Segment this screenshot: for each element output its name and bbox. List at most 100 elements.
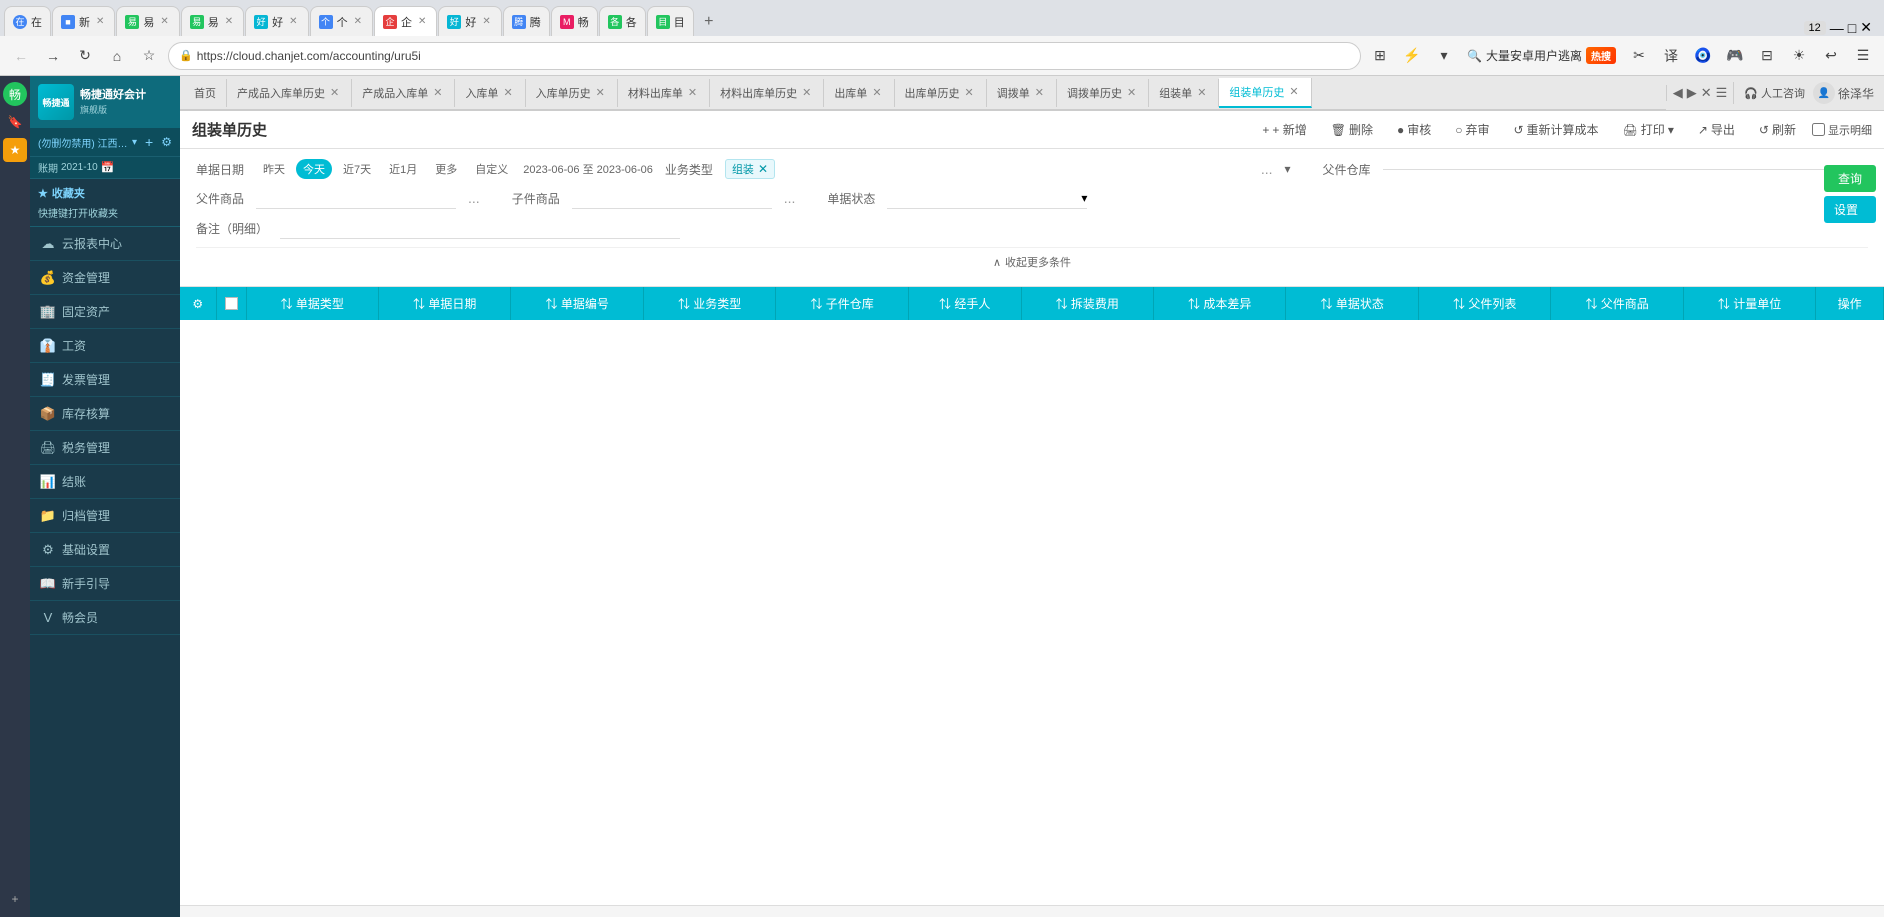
app-tab-4[interactable]: 入库单历史 ✕ [526, 79, 618, 107]
tab-scroll-left[interactable]: ◀ [1673, 85, 1683, 101]
forward-button[interactable]: → [40, 43, 66, 69]
th-child-warehouse[interactable]: ⇅ 子件仓库 [776, 287, 908, 320]
browser-tab-11[interactable]: 各 各 [599, 6, 646, 36]
tab-count-badge[interactable]: 12 [1804, 21, 1826, 35]
parent-goods-dots[interactable]: ... [468, 190, 480, 206]
parent-warehouse-input[interactable] [1383, 169, 1845, 170]
tab-close-3[interactable]: ✕ [158, 15, 170, 28]
browser-tab-6[interactable]: 个 个 ✕ [310, 6, 373, 36]
menu-button[interactable]: ☰ [1850, 43, 1876, 69]
grid-button[interactable]: ⊞ [1367, 43, 1393, 69]
minimize-button[interactable]: — [1830, 20, 1844, 36]
date-btn-1month[interactable]: 近1月 [382, 159, 424, 179]
export-button[interactable]: ↗ 导出 [1690, 117, 1743, 142]
bookmark-button[interactable]: ☆ [136, 43, 162, 69]
new-tab-button[interactable]: + [695, 8, 723, 36]
child-goods-dots[interactable]: ... [784, 190, 796, 206]
flash-button[interactable]: ⚡ [1399, 43, 1425, 69]
user-profile-button[interactable]: 👤 徐泽华 [1813, 82, 1874, 104]
tab-close-5[interactable]: ✕ [287, 15, 299, 28]
th-unit[interactable]: ⇅ 计量单位 [1683, 287, 1815, 320]
nav-item-cloud-report[interactable]: ☁ 云报表中心 [30, 227, 180, 261]
child-goods-input[interactable] [572, 187, 772, 209]
delete-button[interactable]: 🗑 删除 [1323, 117, 1381, 142]
icon-sidebar-item-0[interactable]: 畅 [3, 82, 27, 106]
icon-sidebar-item-1[interactable]: 🔖 [3, 110, 27, 134]
date-btn-yesterday[interactable]: 昨天 [256, 159, 292, 179]
customer-service-button[interactable]: 🎧 人工咨询 [1744, 85, 1805, 101]
app-tab-8[interactable]: 出库单历史 ✕ [895, 79, 987, 107]
collapse-bar[interactable]: ∧ 收起更多条件 [196, 247, 1868, 276]
browser-tab-8[interactable]: 好 好 ✕ [438, 6, 501, 36]
tab-close-8[interactable]: ✕ [480, 15, 492, 28]
tab-close-2[interactable]: ✕ [94, 15, 106, 28]
extension1-button[interactable]: 🧿 [1690, 43, 1716, 69]
parent-goods-input[interactable] [256, 187, 456, 209]
th-bill-type[interactable]: ⇅ 单据类型 [246, 287, 378, 320]
display-detail-checkbox[interactable] [1812, 123, 1825, 136]
business-type-dropdown[interactable]: ▾ [1284, 162, 1290, 176]
app-tab-2[interactable]: 产成品入库单 ✕ [352, 79, 455, 107]
app-tab-3-close[interactable]: ✕ [501, 86, 514, 99]
nav-item-guide[interactable]: 📖 新手引导 [30, 567, 180, 601]
date-btn-custom[interactable]: 自定义 [468, 159, 515, 179]
app-tab-12[interactable]: 组装单历史 ✕ [1219, 78, 1311, 108]
browser-tab-2[interactable]: ■ 新 ✕ [52, 6, 115, 36]
split-button[interactable]: ⊟ [1754, 43, 1780, 69]
translate-button[interactable]: 译 [1658, 43, 1684, 69]
app-tab-7-close[interactable]: ✕ [870, 86, 883, 99]
nav-item-closing[interactable]: 📊 结账 [30, 465, 180, 499]
home-button[interactable]: ⌂ [104, 43, 130, 69]
tab-close-6[interactable]: ✕ [352, 15, 364, 28]
app-tab-6[interactable]: 材料出库单历史 ✕ [710, 79, 824, 107]
app-tab-10[interactable]: 调拨单历史 ✕ [1057, 79, 1149, 107]
calendar-icon[interactable]: 📅 [101, 161, 115, 174]
app-tab-1[interactable]: 产成品入库单历史 ✕ [227, 79, 352, 107]
browser-tab-7[interactable]: 企 企 ✕ [374, 6, 437, 36]
app-tab-3[interactable]: 入库单 ✕ [455, 79, 525, 107]
date-btn-7days[interactable]: 近7天 [336, 159, 378, 179]
approve-button[interactable]: ● 审核 [1389, 117, 1439, 142]
th-bill-status[interactable]: ⇅ 单据状态 [1286, 287, 1418, 320]
refresh-button[interactable]: ↺ 刷新 [1751, 117, 1804, 142]
browser-tab-12[interactable]: 目 目 [647, 6, 694, 36]
dropdown-button[interactable]: ▾ [1431, 43, 1457, 69]
tab-scroll-right[interactable]: ▶ [1687, 85, 1697, 101]
tab-menu[interactable]: ☰ [1716, 85, 1728, 101]
recalculate-button[interactable]: ↺ 重新计算成本 [1505, 117, 1606, 142]
icon-sidebar-bottom[interactable]: + [3, 887, 27, 911]
nav-item-archive[interactable]: 📁 归档管理 [30, 499, 180, 533]
filter-settings-button[interactable]: 设置 [1824, 196, 1876, 223]
th-settings[interactable]: ⚙ [180, 287, 216, 320]
app-tab-home[interactable]: 首页 [184, 79, 227, 107]
nav-item-inventory[interactable]: 📦 库存核算 [30, 397, 180, 431]
query-button[interactable]: 查询 [1824, 165, 1876, 192]
app-tab-5-close[interactable]: ✕ [686, 86, 699, 99]
th-check[interactable] [216, 287, 246, 320]
nav-item-settings[interactable]: ⚙ 基础设置 [30, 533, 180, 567]
add-company-icon[interactable]: + [145, 134, 153, 150]
maximize-button[interactable]: □ [1848, 20, 1856, 36]
nav-item-payroll[interactable]: 👔 工资 [30, 329, 180, 363]
th-disassemble-cost[interactable]: ⇅ 拆装费用 [1021, 287, 1153, 320]
th-cost-diff[interactable]: ⇅ 成本差异 [1153, 287, 1285, 320]
th-bill-no[interactable]: ⇅ 单据编号 [511, 287, 643, 320]
app-tab-5[interactable]: 材料出库单 ✕ [618, 79, 710, 107]
print-button[interactable]: 🖨 打印 ▾ [1615, 117, 1682, 142]
display-detail-check[interactable]: 显示明细 [1812, 122, 1872, 138]
browser-tab-10[interactable]: M 畅 [551, 6, 598, 36]
browser-tab-1[interactable]: 在 在 [4, 6, 51, 36]
scissors-button[interactable]: ✂ [1626, 43, 1652, 69]
business-type-more-dots[interactable]: ... [1261, 161, 1273, 177]
app-tab-12-close[interactable]: ✕ [1287, 85, 1300, 98]
note-input[interactable] [280, 217, 680, 239]
tab-close-7[interactable]: ✕ [416, 15, 428, 28]
app-tab-10-close[interactable]: ✕ [1125, 86, 1138, 99]
app-tab-11[interactable]: 组装单 ✕ [1149, 79, 1219, 107]
tab-close-all[interactable]: ✕ [1701, 85, 1712, 101]
nav-item-membership[interactable]: V 畅会员 [30, 601, 180, 635]
th-business-type[interactable]: ⇅ 业务类型 [643, 287, 775, 320]
new-button[interactable]: + + 新增 [1254, 117, 1314, 142]
app-tab-9[interactable]: 调拨单 ✕ [987, 79, 1057, 107]
browser-tab-9[interactable]: 腾 腾 [503, 6, 550, 36]
